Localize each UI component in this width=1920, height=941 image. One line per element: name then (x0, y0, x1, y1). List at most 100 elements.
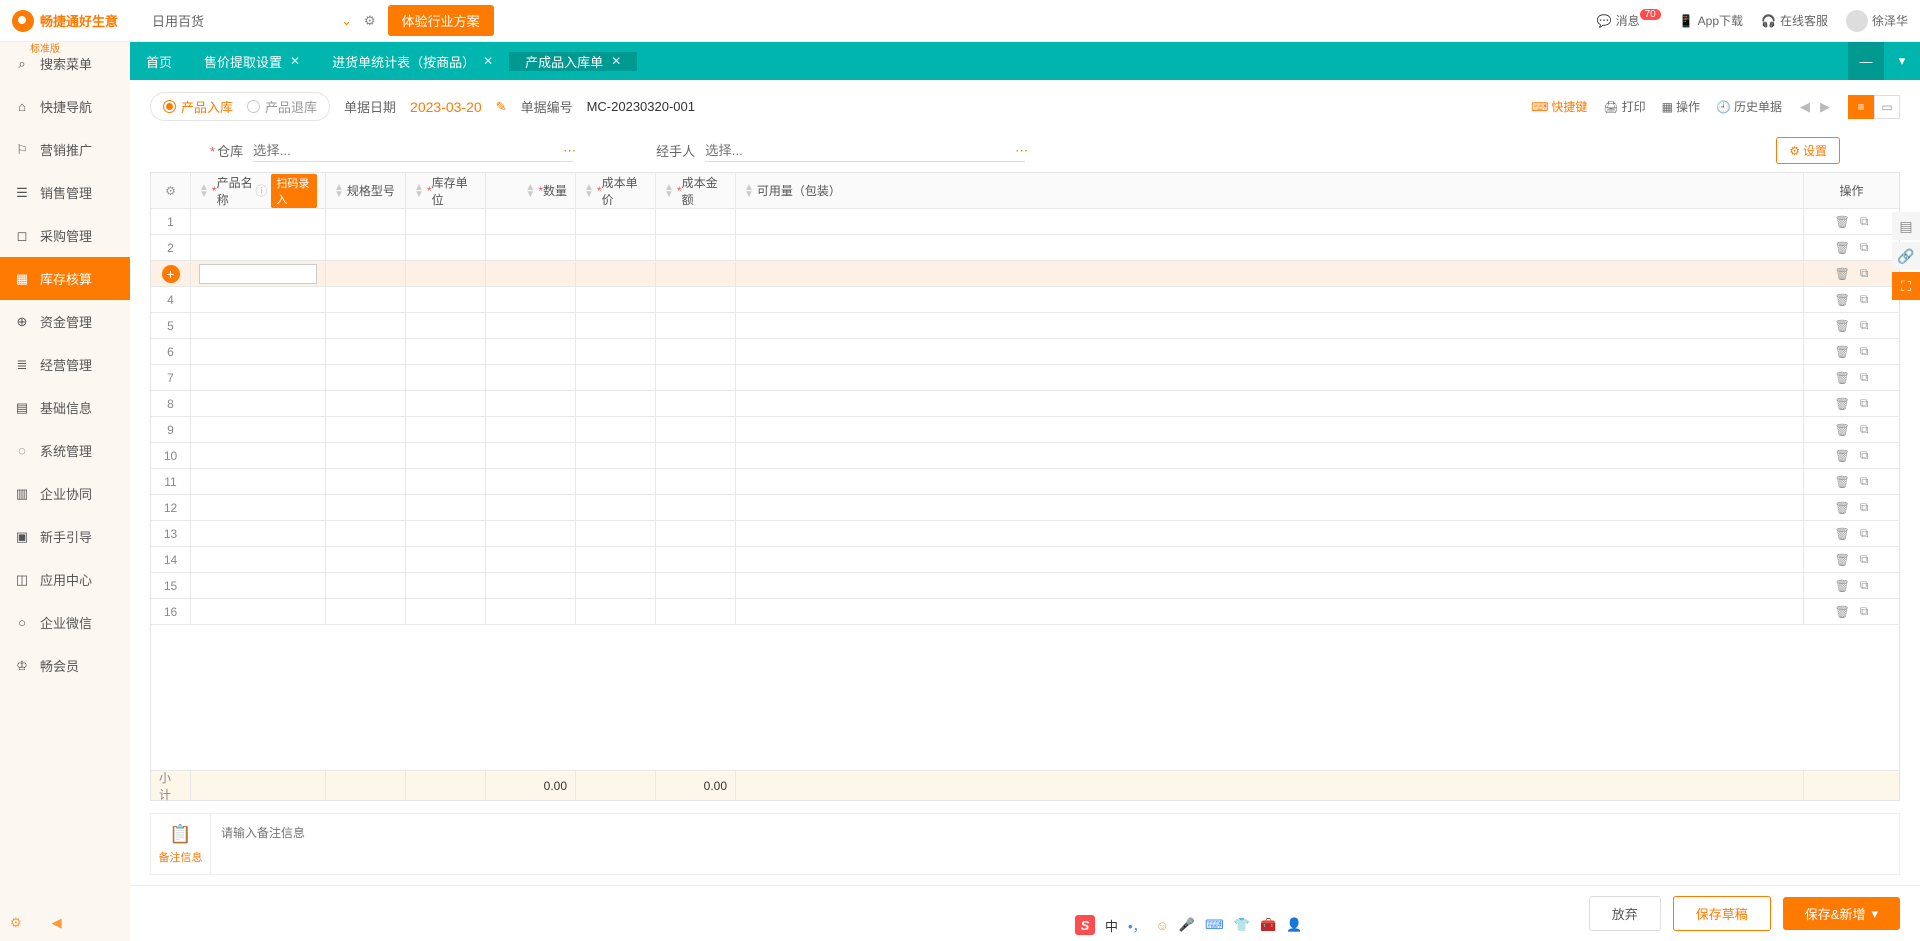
cell-spec[interactable] (326, 235, 406, 260)
cell-avail[interactable] (736, 339, 1804, 364)
cell-price[interactable] (576, 469, 656, 494)
sidebar-item-13[interactable]: ○企业微信 (0, 601, 130, 644)
table-row[interactable]: 16 🗑 ⧉ (151, 599, 1899, 625)
cell-name[interactable] (191, 339, 326, 364)
tab-minimize[interactable]: — (1848, 42, 1884, 80)
sidebar-item-5[interactable]: ▦库存核算 (0, 257, 130, 300)
cell-name[interactable] (191, 261, 326, 286)
cell-name[interactable] (191, 469, 326, 494)
cell-avail[interactable] (736, 547, 1804, 572)
delete-icon[interactable]: 🗑 (1835, 605, 1850, 619)
cell-amt[interactable] (656, 391, 736, 416)
cell-qty[interactable] (486, 547, 576, 572)
cell-price[interactable] (576, 547, 656, 572)
sidebar-item-9[interactable]: ◌系统管理 (0, 429, 130, 472)
print-link[interactable]: 🖨 打印 (1603, 98, 1645, 115)
delete-icon[interactable]: 🗑 (1835, 501, 1850, 515)
cell-spec[interactable] (326, 417, 406, 442)
sidebar-item-8[interactable]: ▤基础信息 (0, 386, 130, 429)
tab-1[interactable]: 售价提取设置✕ (188, 52, 316, 71)
cell-price[interactable] (576, 339, 656, 364)
table-row[interactable]: 8 🗑 ⧉ (151, 391, 1899, 417)
user-menu[interactable]: 徐泽华 (1846, 10, 1908, 32)
cell-name[interactable] (191, 599, 326, 624)
cell-qty[interactable] (486, 495, 576, 520)
cell-price[interactable] (576, 209, 656, 234)
close-icon[interactable]: ✕ (483, 54, 493, 68)
remarks-tab[interactable]: 📋 备注信息 (151, 814, 211, 874)
cell-price[interactable] (576, 391, 656, 416)
support-link[interactable]: 🎧 在线客服 (1761, 12, 1828, 29)
delete-icon[interactable]: 🗑 (1835, 267, 1850, 281)
cell-avail[interactable] (736, 287, 1804, 312)
cell-avail[interactable] (736, 235, 1804, 260)
close-icon[interactable]: ✕ (611, 54, 621, 68)
save-new-button[interactable]: 保存&新增 ▾ (1783, 897, 1900, 930)
table-row[interactable]: 6 🗑 ⧉ (151, 339, 1899, 365)
cell-avail[interactable] (736, 469, 1804, 494)
cell-unit[interactable] (406, 365, 486, 390)
cell-unit[interactable] (406, 521, 486, 546)
radio-product-out[interactable]: 产品退库 (247, 97, 317, 116)
view-card[interactable]: ▭ (1874, 95, 1900, 119)
app-download-link[interactable]: 📱 App下载 (1679, 12, 1743, 29)
cell-unit[interactable] (406, 209, 486, 234)
table-row[interactable]: 11 🗑 ⧉ (151, 469, 1899, 495)
cell-unit[interactable] (406, 573, 486, 598)
copy-icon[interactable]: ⧉ (1860, 344, 1869, 359)
table-row[interactable]: 4 🗑 ⧉ (151, 287, 1899, 313)
cell-price[interactable] (576, 235, 656, 260)
cell-spec[interactable] (326, 287, 406, 312)
sort-icon[interactable]: ▲▼ (584, 184, 594, 198)
delete-icon[interactable]: 🗑 (1835, 215, 1850, 229)
cell-avail[interactable] (736, 495, 1804, 520)
delete-icon[interactable]: 🗑 (1835, 527, 1850, 541)
cell-unit[interactable] (406, 339, 486, 364)
cell-qty[interactable] (486, 521, 576, 546)
float-note-icon[interactable]: ▤ (1892, 212, 1920, 240)
handler-input[interactable] (705, 140, 1025, 162)
cell-qty[interactable] (486, 261, 576, 286)
cell-amt[interactable] (656, 469, 736, 494)
tab-3[interactable]: 产成品入库单✕ (509, 52, 637, 71)
prev-record[interactable]: ◀ (1798, 99, 1812, 115)
copy-icon[interactable]: ⧉ (1860, 214, 1869, 229)
close-icon[interactable]: ✕ (290, 54, 300, 68)
cell-unit[interactable] (406, 443, 486, 468)
cell-unit[interactable] (406, 261, 486, 286)
delete-icon[interactable]: 🗑 (1835, 553, 1850, 567)
sidebar-item-12[interactable]: ◫应用中心 (0, 558, 130, 601)
cell-qty[interactable] (486, 443, 576, 468)
cell-spec[interactable] (326, 339, 406, 364)
cell-spec[interactable] (326, 495, 406, 520)
table-row[interactable]: 10 🗑 ⧉ (151, 443, 1899, 469)
radio-product-in[interactable]: 产品入库 (163, 97, 233, 116)
cell-amt[interactable] (656, 417, 736, 442)
copy-icon[interactable]: ⧉ (1860, 552, 1869, 567)
sort-icon[interactable]: ▲▼ (525, 184, 535, 198)
handler-picker-icon[interactable]: ⋯ (1015, 143, 1028, 159)
cell-avail[interactable] (736, 599, 1804, 624)
messages-link[interactable]: 💬 消息 70 (1597, 12, 1661, 29)
store-selector[interactable]: 日用百货 ⌄ (152, 11, 352, 30)
copy-icon[interactable]: ⧉ (1860, 474, 1869, 489)
copy-icon[interactable]: ⧉ (1860, 604, 1869, 619)
cell-name[interactable] (191, 417, 326, 442)
help-icon[interactable]: ⓘ (255, 182, 267, 199)
cell-name[interactable] (191, 573, 326, 598)
warehouse-input[interactable] (253, 140, 573, 162)
cell-avail[interactable] (736, 391, 1804, 416)
table-row[interactable]: 14 🗑 ⧉ (151, 547, 1899, 573)
history-link[interactable]: 🕘 历史单据 (1716, 98, 1782, 115)
table-row[interactable]: 5 🗑 ⧉ (151, 313, 1899, 339)
table-settings-icon[interactable]: ⚙ (165, 184, 176, 198)
cell-unit[interactable] (406, 417, 486, 442)
cell-amt[interactable] (656, 365, 736, 390)
sidebar-item-7[interactable]: ≣经营管理 (0, 343, 130, 386)
sidebar-item-3[interactable]: ☰销售管理 (0, 171, 130, 214)
cell-unit[interactable] (406, 599, 486, 624)
table-row[interactable]: + 🗑 ⧉ (151, 261, 1899, 287)
ime-punct-icon[interactable]: •， (1128, 916, 1146, 935)
cell-amt[interactable] (656, 235, 736, 260)
table-row[interactable]: 9 🗑 ⧉ (151, 417, 1899, 443)
